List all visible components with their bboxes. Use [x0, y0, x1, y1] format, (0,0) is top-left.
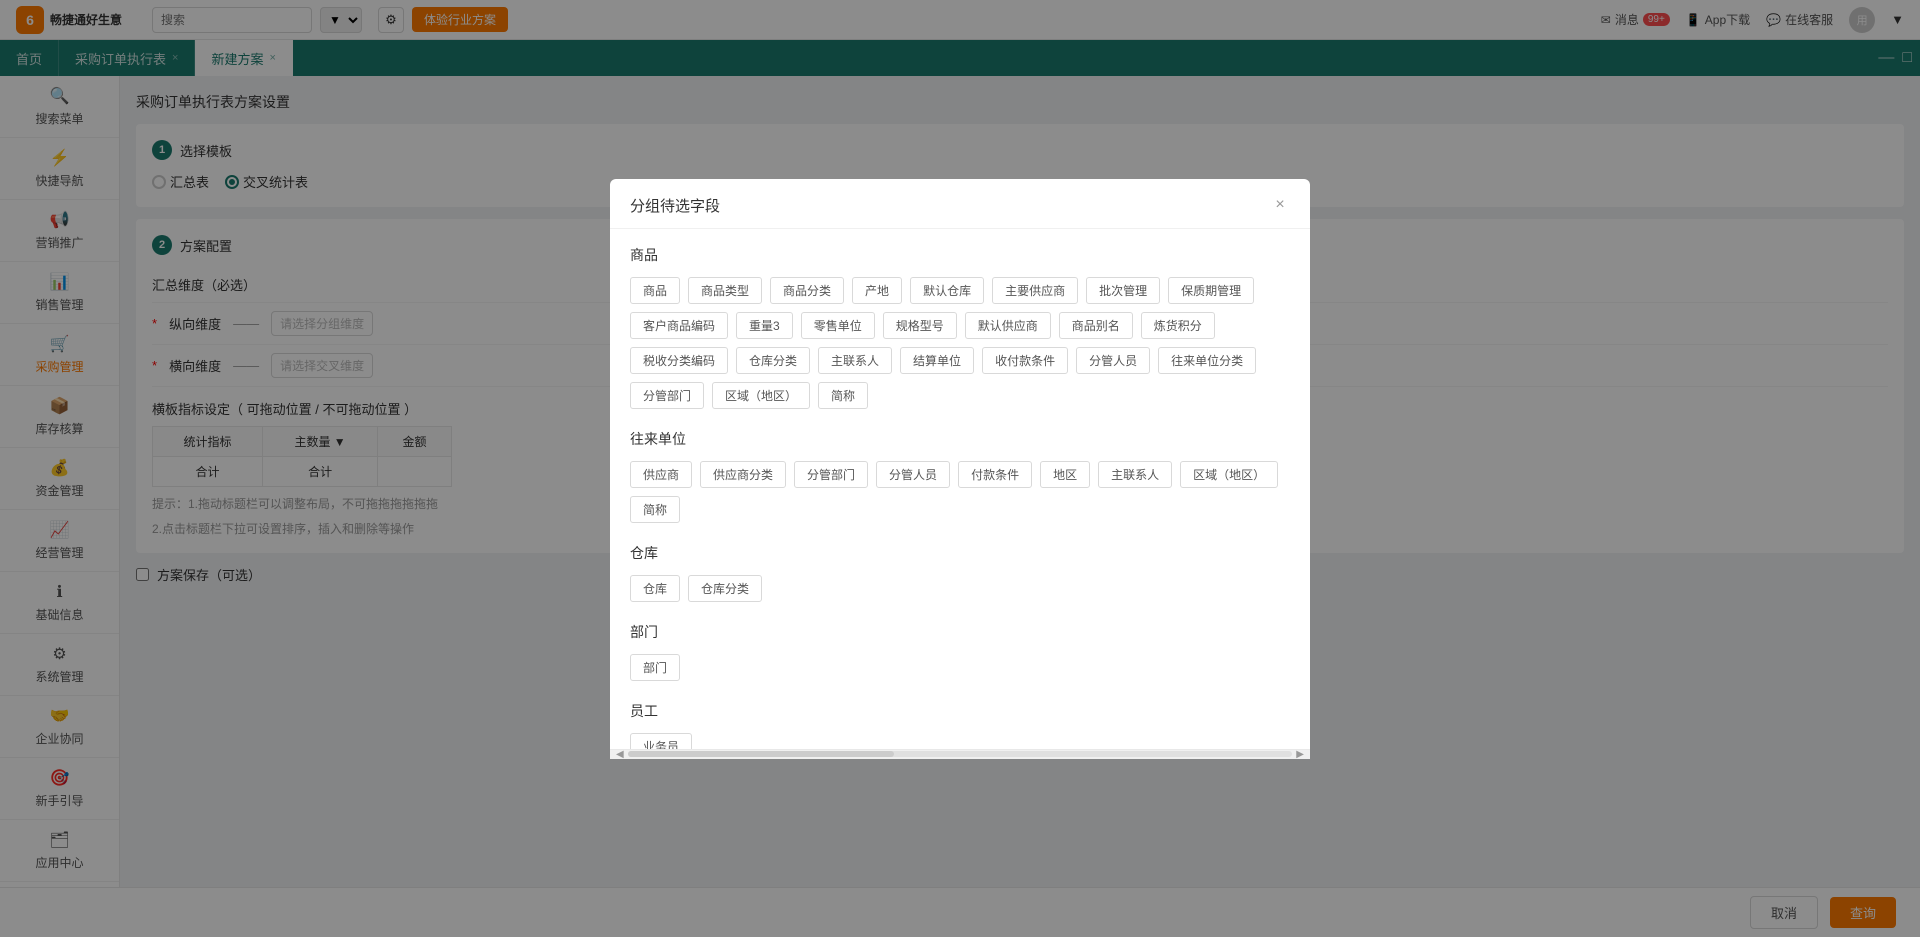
modal-close-button[interactable]: ×: [1270, 195, 1290, 215]
field-tag-partner-5[interactable]: 地区: [1040, 461, 1090, 488]
field-tag-partner-8[interactable]: 简称: [630, 496, 680, 523]
field-section-warehouse: 仓库 仓库 仓库分类: [630, 543, 1290, 602]
field-tag-department-0[interactable]: 部门: [630, 654, 680, 681]
scroll-track: [628, 751, 1293, 757]
field-tag-goods-9[interactable]: 重量3: [736, 312, 793, 339]
field-tag-goods-2[interactable]: 商品分类: [770, 277, 844, 304]
field-section-employee: 员工 业务员: [630, 701, 1290, 749]
field-tag-employee-0[interactable]: 业务员: [630, 733, 692, 749]
field-tag-goods-7[interactable]: 保质期管理: [1168, 277, 1254, 304]
field-tag-goods-24[interactable]: 简称: [818, 382, 868, 409]
field-tag-partner-1[interactable]: 供应商分类: [700, 461, 786, 488]
field-tag-goods-18[interactable]: 结算单位: [900, 347, 974, 374]
field-tag-goods-3[interactable]: 产地: [852, 277, 902, 304]
field-tag-goods-22[interactable]: 分管部门: [630, 382, 704, 409]
field-tag-partner-2[interactable]: 分管部门: [794, 461, 868, 488]
field-section-warehouse-title: 仓库: [630, 543, 1290, 563]
field-tag-goods-20[interactable]: 分管人员: [1076, 347, 1150, 374]
field-tag-goods-12[interactable]: 默认供应商: [965, 312, 1051, 339]
field-tags-goods: 商品 商品类型 商品分类 产地 默认仓库 主要供应商 批次管理 保质期管理 客户…: [630, 277, 1290, 409]
field-tag-partner-4[interactable]: 付款条件: [958, 461, 1032, 488]
modal-header: 分组待选字段 ×: [610, 179, 1310, 229]
field-tags-warehouse: 仓库 仓库分类: [630, 575, 1290, 602]
field-tag-goods-0[interactable]: 商品: [630, 277, 680, 304]
field-section-department-title: 部门: [630, 622, 1290, 642]
field-tags-partner: 供应商 供应商分类 分管部门 分管人员 付款条件 地区 主联系人 区域（地区） …: [630, 461, 1290, 523]
field-tag-warehouse-1[interactable]: 仓库分类: [688, 575, 762, 602]
scroll-thumb[interactable]: [628, 751, 894, 757]
field-tag-partner-0[interactable]: 供应商: [630, 461, 692, 488]
scroll-left-arrow[interactable]: ◀: [612, 749, 628, 760]
field-tag-goods-11[interactable]: 规格型号: [883, 312, 957, 339]
modal: 分组待选字段 × 商品 商品 商品类型 商品分类 产地 默认仓库 主要供应商 批…: [610, 179, 1310, 759]
field-tag-goods-15[interactable]: 税收分类编码: [630, 347, 728, 374]
field-tag-goods-1[interactable]: 商品类型: [688, 277, 762, 304]
field-tag-goods-16[interactable]: 仓库分类: [736, 347, 810, 374]
field-tag-goods-4[interactable]: 默认仓库: [910, 277, 984, 304]
field-tag-goods-6[interactable]: 批次管理: [1086, 277, 1160, 304]
field-tag-goods-8[interactable]: 客户商品编码: [630, 312, 728, 339]
field-tag-goods-19[interactable]: 收付款条件: [982, 347, 1068, 374]
field-tag-partner-7[interactable]: 区域（地区）: [1180, 461, 1278, 488]
field-section-partner-title: 往来单位: [630, 429, 1290, 449]
field-section-employee-title: 员工: [630, 701, 1290, 721]
field-tag-goods-23[interactable]: 区域（地区）: [712, 382, 810, 409]
field-tags-employee: 业务员: [630, 733, 1290, 749]
modal-body: 商品 商品 商品类型 商品分类 产地 默认仓库 主要供应商 批次管理 保质期管理…: [610, 229, 1310, 749]
field-tag-goods-10[interactable]: 零售单位: [801, 312, 875, 339]
scroll-right-arrow[interactable]: ▶: [1292, 749, 1308, 760]
field-section-department: 部门 部门: [630, 622, 1290, 681]
field-section-partner: 往来单位 供应商 供应商分类 分管部门 分管人员 付款条件 地区 主联系人 区域…: [630, 429, 1290, 523]
field-tag-goods-13[interactable]: 商品别名: [1059, 312, 1133, 339]
field-section-goods: 商品 商品 商品类型 商品分类 产地 默认仓库 主要供应商 批次管理 保质期管理…: [630, 245, 1290, 409]
field-tags-department: 部门: [630, 654, 1290, 681]
modal-overlay: 分组待选字段 × 商品 商品 商品类型 商品分类 产地 默认仓库 主要供应商 批…: [0, 0, 1920, 937]
field-section-goods-title: 商品: [630, 245, 1290, 265]
field-tag-goods-17[interactable]: 主联系人: [818, 347, 892, 374]
field-tag-warehouse-0[interactable]: 仓库: [630, 575, 680, 602]
modal-title: 分组待选字段: [630, 195, 720, 216]
field-tag-goods-14[interactable]: 炼货积分: [1141, 312, 1215, 339]
field-tag-goods-5[interactable]: 主要供应商: [992, 277, 1078, 304]
field-tag-partner-6[interactable]: 主联系人: [1098, 461, 1172, 488]
field-tag-goods-21[interactable]: 往来单位分类: [1158, 347, 1256, 374]
field-tag-partner-3[interactable]: 分管人员: [876, 461, 950, 488]
modal-horizontal-scrollbar[interactable]: ◀ ▶: [610, 749, 1310, 759]
